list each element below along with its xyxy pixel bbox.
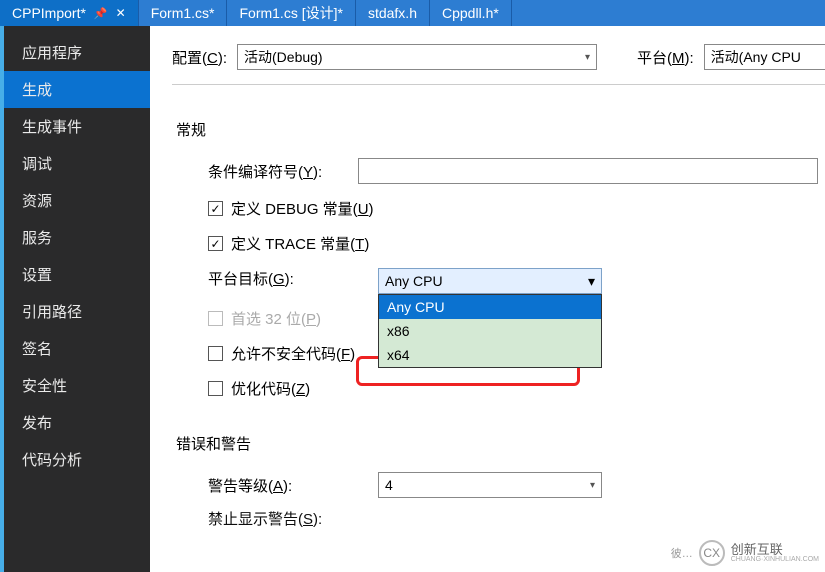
sidebar-item-signing[interactable]: 签名	[4, 330, 150, 367]
platform-option-x64[interactable]: x64	[379, 343, 601, 367]
sidebar-item-resources[interactable]: 资源	[4, 182, 150, 219]
watermark-logo: CX	[699, 540, 725, 566]
trace-const-label: 定义 TRACE 常量(T)	[231, 233, 369, 254]
close-icon[interactable]: ✕	[116, 6, 126, 20]
chevron-down-icon: ▾	[585, 52, 590, 63]
chevron-down-icon: ▾	[588, 273, 595, 290]
tab-label: CPPImport*	[12, 5, 86, 21]
platform-target-options: Any CPU x86 x64	[378, 294, 602, 368]
unsafe-label: 允许不安全代码(F)	[231, 343, 355, 364]
sidebar-item-analysis[interactable]: 代码分析	[4, 441, 150, 478]
debug-const-checkbox[interactable]	[208, 201, 223, 216]
warn-level-row: 警告等级(A): 4 ▾	[208, 472, 825, 498]
warn-level-select[interactable]: 4 ▾	[378, 472, 602, 498]
cond-symbols-label: 条件编译符号(Y):	[208, 161, 358, 182]
warn-level-label: 警告等级(A):	[208, 475, 378, 496]
platform-target-select[interactable]: Any CPU ▾	[378, 268, 602, 294]
section-general: 常规	[176, 119, 825, 140]
trace-const-row: 定义 TRACE 常量(T)	[208, 233, 825, 254]
platform-config-label: 平台(M):	[637, 47, 694, 68]
unsafe-checkbox[interactable]	[208, 346, 223, 361]
sidebar-item-security[interactable]: 安全性	[4, 367, 150, 404]
prefer32-label: 首选 32 位(P)	[231, 308, 321, 329]
section-errors: 错误和警告	[176, 433, 825, 454]
platform-target-row: 平台目标(G): Any CPU ▾ Any CPU x86 x64	[208, 268, 825, 294]
sidebar-item-refpaths[interactable]: 引用路径	[4, 293, 150, 330]
sidebar-item-build-events[interactable]: 生成事件	[4, 108, 150, 145]
chevron-down-icon: ▾	[590, 480, 595, 491]
sidebar-item-app[interactable]: 应用程序	[4, 34, 150, 71]
platform-target-label: 平台目标(G):	[208, 268, 378, 289]
config-select[interactable]: 活动(Debug) ▾	[237, 44, 597, 70]
settings-sidebar: 应用程序 生成 生成事件 调试 资源 服务 设置 引用路径 签名 安全性 发布 …	[0, 26, 150, 572]
trace-const-checkbox[interactable]	[208, 236, 223, 251]
pin-icon[interactable]: 📌	[94, 7, 108, 20]
tab-stdafx[interactable]: stdafx.h	[356, 0, 430, 26]
config-label: 配置(C):	[172, 47, 227, 68]
sidebar-item-build[interactable]: 生成	[4, 71, 150, 108]
config-select-value: 活动(Debug)	[244, 47, 323, 67]
warn-level-value: 4	[385, 477, 393, 493]
cond-symbols-row: 条件编译符号(Y):	[208, 158, 825, 184]
platform-config-select[interactable]: 活动(Any CPU	[704, 44, 825, 70]
main-area: 应用程序 生成 生成事件 调试 资源 服务 设置 引用路径 签名 安全性 发布 …	[0, 26, 825, 572]
tab-label: Cppdll.h*	[442, 5, 499, 21]
prefer32-checkbox	[208, 311, 223, 326]
sidebar-item-debug[interactable]: 调试	[4, 145, 150, 182]
document-tabs: CPPImport* 📌 ✕ Form1.cs* Form1.cs [设计]* …	[0, 0, 825, 26]
tab-label: stdafx.h	[368, 5, 417, 21]
cond-symbols-input[interactable]	[358, 158, 818, 184]
sidebar-item-publish[interactable]: 发布	[4, 404, 150, 441]
platform-option-x86[interactable]: x86	[379, 319, 601, 343]
optimize-row: 优化代码(Z)	[208, 378, 825, 399]
tab-label: Form1.cs [设计]*	[239, 3, 342, 23]
tab-cppdll[interactable]: Cppdll.h*	[430, 0, 512, 26]
sidebar-item-services[interactable]: 服务	[4, 219, 150, 256]
optimize-checkbox[interactable]	[208, 381, 223, 396]
tab-form1cs-design[interactable]: Form1.cs [设计]*	[227, 0, 355, 26]
suppress-row: 禁止显示警告(S):	[208, 508, 825, 529]
tab-cppimport[interactable]: CPPImport* 📌 ✕	[0, 0, 139, 26]
watermark-sub: CHUANG·XINHULIAN.COM	[731, 556, 819, 563]
sidebar-item-settings[interactable]: 设置	[4, 256, 150, 293]
debug-const-label: 定义 DEBUG 常量(U)	[231, 198, 374, 219]
tab-form1cs[interactable]: Form1.cs*	[139, 0, 228, 26]
config-row: 配置(C): 活动(Debug) ▾ 平台(M): 活动(Any CPU	[172, 44, 825, 70]
debug-const-row: 定义 DEBUG 常量(U)	[208, 198, 825, 219]
platform-target-dropdown: Any CPU ▾ Any CPU x86 x64	[378, 268, 602, 294]
platform-target-value: Any CPU	[385, 273, 443, 289]
watermark: 彼… CX 创新互联 CHUANG·XINHULIAN.COM	[671, 540, 819, 566]
platform-config-value: 活动(Any CPU	[711, 47, 801, 67]
optimize-label: 优化代码(Z)	[231, 378, 310, 399]
watermark-text: 创新互联	[731, 543, 819, 556]
platform-option-anycpu[interactable]: Any CPU	[379, 295, 601, 319]
suppress-label: 禁止显示警告(S):	[208, 508, 378, 529]
tab-label: Form1.cs*	[151, 5, 215, 21]
build-settings-panel: 配置(C): 活动(Debug) ▾ 平台(M): 活动(Any CPU 常规 …	[150, 26, 825, 572]
